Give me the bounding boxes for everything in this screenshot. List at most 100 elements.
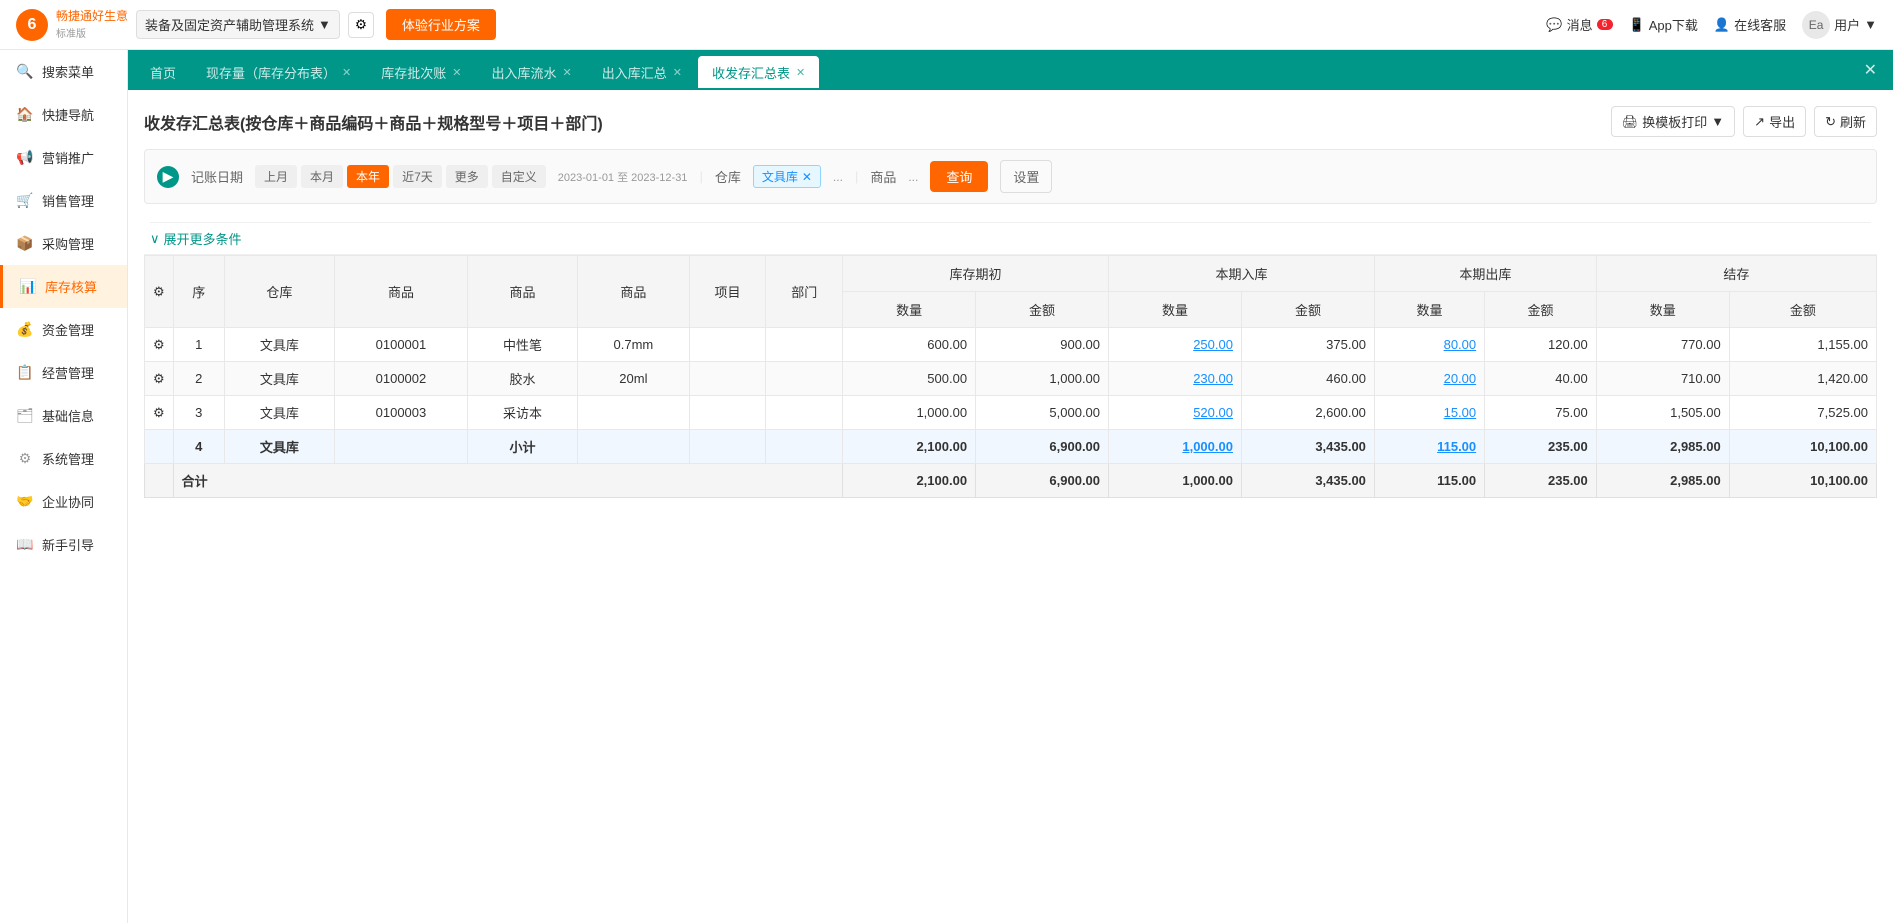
system-title-select[interactable]: 装备及固定资产辅助管理系统 ▼ bbox=[136, 10, 340, 39]
sidebar-label-inventory: 库存核算 bbox=[45, 277, 97, 296]
goods-more[interactable]: ... bbox=[908, 170, 918, 184]
row-close-amt: 1,420.00 bbox=[1729, 362, 1876, 396]
subtotal-close-amt: 10,100.00 bbox=[1729, 430, 1876, 464]
page-title-row: 收发存汇总表(按仓库＋商品编码＋商品＋规格型号＋项目＋部门) 🖨 换模板打印 ▼… bbox=[144, 106, 1877, 137]
template-print-button[interactable]: 🖨 换模板打印 ▼ bbox=[1611, 106, 1735, 137]
row-name: 采访本 bbox=[467, 396, 577, 430]
row-name: 中性笔 bbox=[467, 328, 577, 362]
sidebar-item-finance[interactable]: 💰 资金管理 bbox=[0, 308, 127, 351]
refresh-button[interactable]: ↻ 刷新 bbox=[1814, 106, 1877, 137]
messages-button[interactable]: 💬 消息 6 bbox=[1546, 15, 1612, 34]
subtotal-out-amt: 235.00 bbox=[1485, 430, 1597, 464]
expand-more-button[interactable]: ∨ 展开更多条件 bbox=[150, 222, 1871, 248]
tab-close-inout_flow[interactable]: ✕ bbox=[563, 66, 572, 79]
subtotal-out-qty[interactable]: 115.00 bbox=[1374, 430, 1484, 464]
tab-inout_flow[interactable]: 出入库流水 ✕ bbox=[477, 56, 585, 88]
filter-expand-button[interactable]: ▶ bbox=[157, 166, 179, 188]
in-qty-header: 数量 bbox=[1109, 292, 1242, 328]
tab-close-batch[interactable]: ✕ bbox=[452, 66, 461, 79]
sidebar-item-sales[interactable]: 🛒 销售管理 bbox=[0, 179, 127, 222]
row-gear[interactable]: ⚙ bbox=[145, 396, 174, 430]
row-out-amt: 75.00 bbox=[1485, 396, 1597, 430]
date-btn-3[interactable]: 近7天 bbox=[393, 165, 442, 188]
purchase-icon: 📦 bbox=[16, 235, 34, 253]
tab-home[interactable]: 首页 bbox=[136, 56, 190, 88]
trial-button[interactable]: 体验行业方案 bbox=[386, 9, 496, 40]
row-in-amt: 460.00 bbox=[1241, 362, 1374, 396]
row-gear[interactable]: ⚙ bbox=[145, 328, 174, 362]
sidebar-item-guide[interactable]: 📖 新手引导 bbox=[0, 523, 127, 566]
tab-inout_summary[interactable]: 出入库汇总✕ bbox=[588, 56, 696, 88]
app-download-button[interactable]: 📱 App下载 bbox=[1629, 15, 1698, 34]
row-out-qty[interactable]: 15.00 bbox=[1374, 396, 1484, 430]
subtotal-close-qty: 2,985.00 bbox=[1596, 430, 1729, 464]
row-in-qty[interactable]: 250.00 bbox=[1109, 328, 1242, 362]
close-all-tabs-button[interactable]: ✕ bbox=[1856, 60, 1885, 80]
sidebar-item-basic[interactable]: 🗂 基础信息 bbox=[0, 394, 127, 437]
row-project bbox=[689, 362, 766, 396]
sidebar-item-marketing[interactable]: 📢 营销推广 bbox=[0, 136, 127, 179]
sidebar-item-quick_nav[interactable]: 🏠 快捷导航 bbox=[0, 93, 127, 136]
date-btn-0[interactable]: 上月 bbox=[255, 165, 297, 188]
finance-icon: 💰 bbox=[16, 321, 34, 339]
row-code: 0100001 bbox=[334, 328, 467, 362]
total-open-amt: 6,900.00 bbox=[976, 464, 1109, 498]
row-in-amt: 2,600.00 bbox=[1241, 396, 1374, 430]
subtotal-spec bbox=[578, 430, 690, 464]
row-spec: 20ml bbox=[578, 362, 690, 396]
tab-close-collect_summary[interactable]: ✕ bbox=[796, 66, 805, 79]
export-button[interactable]: ↗ 导出 bbox=[1743, 106, 1806, 137]
table-row: ⚙ 2 文具库 0100002 胶水 20ml 500.00 1,000.00 … bbox=[145, 362, 1877, 396]
tab-collect_summary[interactable]: 收发存汇总表✕ bbox=[698, 56, 819, 88]
col-no-header: 序 bbox=[173, 256, 224, 328]
row-open-qty: 500.00 bbox=[843, 362, 976, 396]
row-project bbox=[689, 328, 766, 362]
warehouse-filter-tag[interactable]: 文具库 ✕ bbox=[753, 165, 821, 188]
subtotal-warehouse: 文具库 bbox=[224, 430, 334, 464]
col-out-header: 本期出库 bbox=[1374, 256, 1596, 292]
col-in-header: 本期入库 bbox=[1109, 256, 1375, 292]
tab-close-stock_dist[interactable]: ✕ bbox=[342, 66, 351, 79]
date-btn-4[interactable]: 更多 bbox=[446, 165, 488, 188]
row-close-qty: 710.00 bbox=[1596, 362, 1729, 396]
sidebar-item-purchase[interactable]: 📦 采购管理 bbox=[0, 222, 127, 265]
sidebar-item-enterprise[interactable]: 🤝 企业协同 bbox=[0, 480, 127, 523]
tab-close-inout_summary[interactable]: ✕ bbox=[673, 66, 682, 79]
subtotal-open-amt: 6,900.00 bbox=[976, 430, 1109, 464]
page-actions: 🖨 换模板打印 ▼ ↗ 导出 ↻ 刷新 bbox=[1611, 106, 1877, 137]
sidebar-item-system[interactable]: ⚙ 系统管理 bbox=[0, 437, 127, 480]
warehouse-more[interactable]: ... bbox=[833, 170, 843, 184]
date-btn-5[interactable]: 自定义 bbox=[492, 165, 546, 188]
tab-bar: 首页现存量（库存分布表）✕库存批次账✕出入库流水✕出入库汇总✕收发存汇总表✕ ✕ bbox=[128, 50, 1893, 90]
logo-text: 畅捷通好生意 标准版 bbox=[56, 9, 128, 40]
subtotal-in-qty[interactable]: 1,000.00 bbox=[1109, 430, 1242, 464]
row-gear[interactable]: ⚙ bbox=[145, 362, 174, 396]
tab-stock_dist[interactable]: 现存量（库存分布表）✕ bbox=[192, 56, 365, 88]
row-in-qty[interactable]: 230.00 bbox=[1109, 362, 1242, 396]
service-icon: 👤 bbox=[1714, 17, 1730, 33]
tab-batch[interactable]: 库存批次账✕ bbox=[367, 56, 475, 88]
row-open-qty: 600.00 bbox=[843, 328, 976, 362]
row-out-qty[interactable]: 20.00 bbox=[1374, 362, 1484, 396]
warehouse-tag-close[interactable]: ✕ bbox=[802, 170, 812, 184]
template-icon: 🖨 bbox=[1622, 114, 1639, 130]
dropdown-icon: ▼ bbox=[318, 17, 331, 32]
user-menu[interactable]: Ea 用户 ▼ bbox=[1802, 11, 1877, 39]
online-service-button[interactable]: 👤 在线客服 bbox=[1714, 15, 1786, 34]
phone-icon: 📱 bbox=[1629, 17, 1645, 33]
settings-button[interactable]: 设置 bbox=[1000, 160, 1052, 193]
query-button[interactable]: 查询 bbox=[930, 161, 988, 192]
sidebar-item-operations[interactable]: 📋 经营管理 bbox=[0, 351, 127, 394]
date-btn-1[interactable]: 本月 bbox=[301, 165, 343, 188]
date-btn-2[interactable]: 本年 bbox=[347, 165, 389, 188]
tab-label-inout_flow: 出入库流水 bbox=[491, 63, 556, 82]
row-in-qty[interactable]: 520.00 bbox=[1109, 396, 1242, 430]
row-out-amt: 120.00 bbox=[1485, 328, 1597, 362]
gear-button[interactable]: ⚙ bbox=[348, 12, 374, 38]
sidebar-label-purchase: 采购管理 bbox=[42, 234, 94, 253]
settings-col-header[interactable]: ⚙ bbox=[145, 256, 174, 328]
sidebar-item-inventory[interactable]: 📊 库存核算 bbox=[0, 265, 127, 308]
refresh-icon: ↻ bbox=[1825, 114, 1836, 130]
row-out-qty[interactable]: 80.00 bbox=[1374, 328, 1484, 362]
sidebar-item-search[interactable]: 🔍 搜索菜单 bbox=[0, 50, 127, 93]
